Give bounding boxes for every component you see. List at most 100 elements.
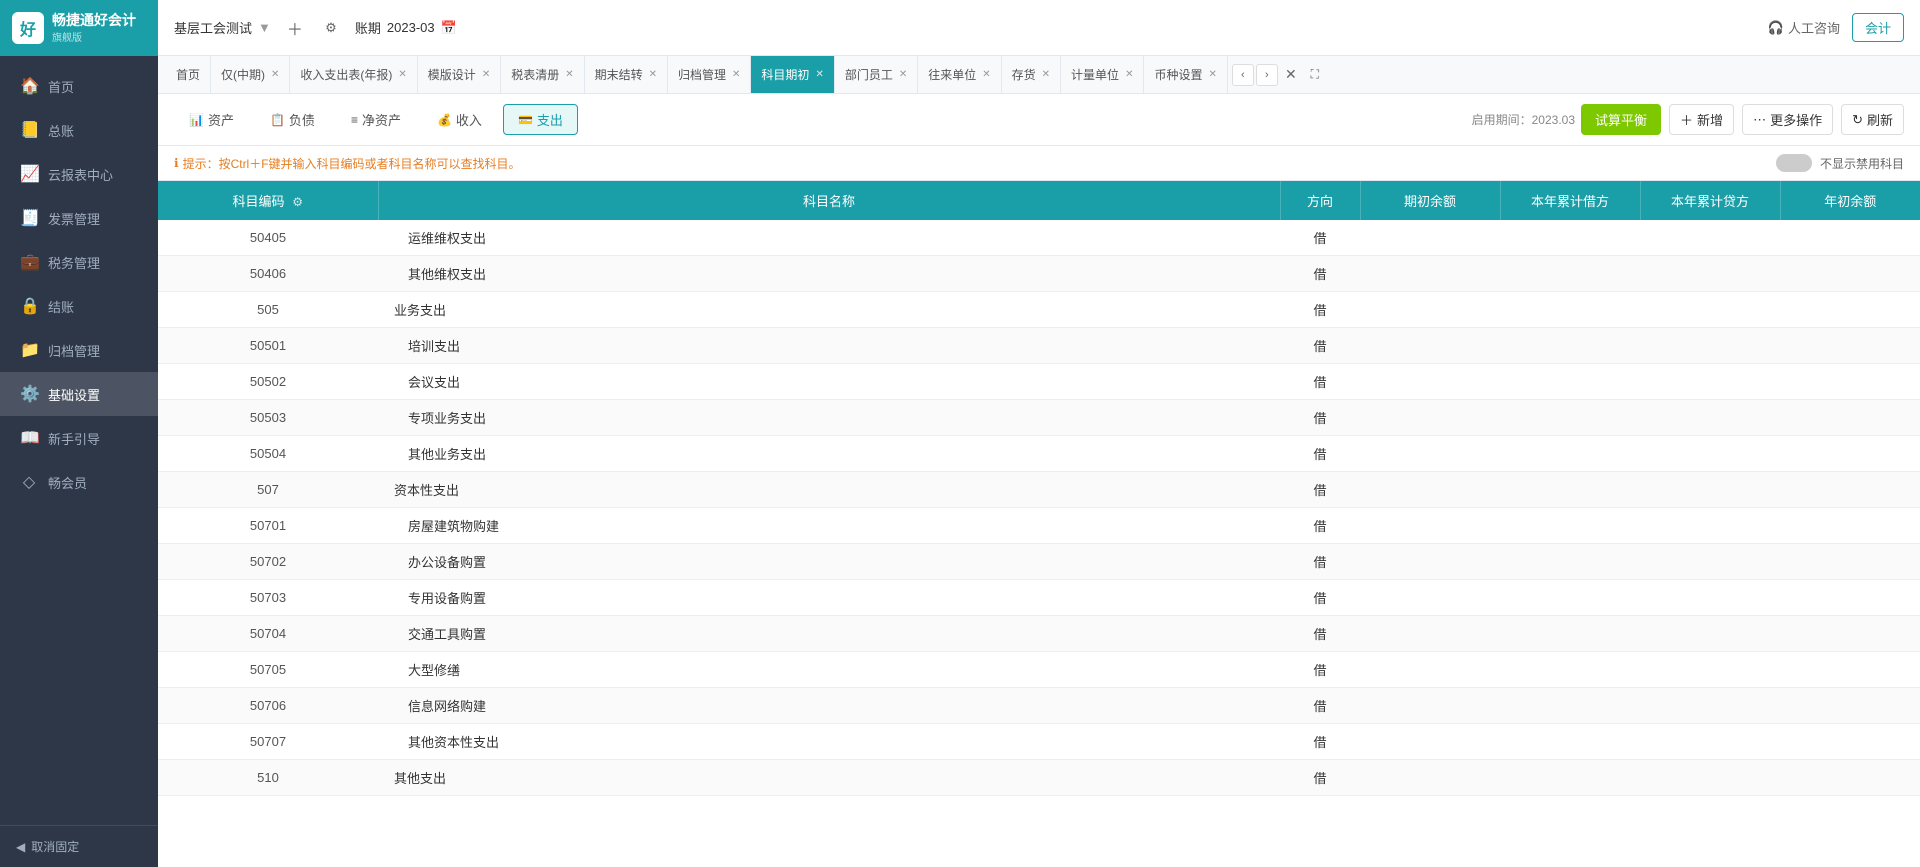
tab-period-end[interactable]: 期末结转✕ (585, 56, 668, 94)
tab-archive[interactable]: 归档管理✕ (668, 56, 751, 94)
table-row[interactable]: 50405 运维维权支出 借 (158, 220, 1920, 256)
cell-year-credit (1640, 292, 1780, 328)
sidebar-item-close[interactable]: 🔒 结账 (0, 284, 158, 328)
tab-close-income-annual[interactable]: ✕ (398, 69, 406, 80)
cell-direction: 借 (1280, 580, 1360, 616)
sidebar-icon-ledger: 📒 (20, 120, 38, 140)
table-row[interactable]: 50503 专项业务支出 借 (158, 400, 1920, 436)
table-row[interactable]: 50704 交通工具购置 借 (158, 616, 1920, 652)
cell-year-balance (1780, 688, 1920, 724)
sub-tab-income[interactable]: 💰 收入 (422, 104, 497, 135)
sub-tab-label-net-asset: 净资产 (362, 110, 401, 129)
tab-close-dept-employee[interactable]: ✕ (899, 69, 907, 80)
table-row[interactable]: 505 业务支出 借 (158, 292, 1920, 328)
cell-code: 50706 (158, 688, 378, 724)
disable-toggle[interactable] (1776, 154, 1812, 172)
sidebar-item-member[interactable]: ◇ 畅会员 (0, 460, 158, 504)
sub-tab-asset[interactable]: 📊 资产 (174, 104, 249, 135)
sidebar-item-home[interactable]: 🏠 首页 (0, 64, 158, 108)
cell-year-credit (1640, 436, 1780, 472)
cell-code: 50702 (158, 544, 378, 580)
table-row[interactable]: 50702 办公设备购置 借 (158, 544, 1920, 580)
tab-currency[interactable]: 币种设置✕ (1144, 56, 1227, 94)
tab-maximize-button[interactable]: ⛶ (1304, 64, 1326, 86)
hint-content: 提示：按Ctrl＋F键并输入科目编码或者科目名称可以查找科目。 (183, 155, 521, 172)
table-row[interactable]: 510 其他支出 借 (158, 760, 1920, 796)
more-icon: ⋯ (1753, 112, 1766, 128)
tab-close-tax-clear[interactable]: ✕ (565, 69, 573, 80)
tab-close-inventory[interactable]: ✕ (1042, 69, 1050, 80)
cell-code: 50705 (158, 652, 378, 688)
sidebar-item-settings[interactable]: ⚙️ 基础设置 (0, 372, 158, 416)
tab-unit[interactable]: 计量单位✕ (1061, 56, 1144, 94)
sidebar-item-tax[interactable]: 💼 税务管理 (0, 240, 158, 284)
cell-year-credit (1640, 328, 1780, 364)
table-row[interactable]: 50706 信息网络购建 借 (158, 688, 1920, 724)
tab-home[interactable]: 首页 (166, 56, 211, 94)
tab-close-template[interactable]: ✕ (482, 69, 490, 80)
tab-close-currency[interactable]: ✕ (1208, 69, 1216, 80)
cell-year-balance (1780, 724, 1920, 760)
cell-year-credit (1640, 220, 1780, 256)
sub-tab-expense[interactable]: 💳 支出 (503, 104, 578, 135)
table-row[interactable]: 50502 会议支出 借 (158, 364, 1920, 400)
tab-next-button[interactable]: › (1256, 64, 1278, 86)
sub-tab-liability[interactable]: 📋 负债 (255, 104, 330, 135)
tab-close-interim[interactable]: ✕ (271, 69, 279, 80)
sub-tab-net-asset[interactable]: ≡ 净资产 (336, 104, 416, 135)
balance-button[interactable]: 试算平衡 (1581, 104, 1661, 135)
tab-dept-employee[interactable]: 部门员工✕ (835, 56, 918, 94)
tab-inventory[interactable]: 存货✕ (1002, 56, 1061, 94)
cell-period-balance (1360, 292, 1500, 328)
add-button[interactable]: ＋ 新增 (1669, 104, 1734, 135)
tab-close-subject-period[interactable]: ✕ (815, 69, 823, 80)
cell-year-balance (1780, 364, 1920, 400)
sidebar-label-report: 云报表中心 (48, 165, 113, 184)
col-settings-icon[interactable]: ⚙ (292, 195, 303, 209)
cell-year-balance (1780, 760, 1920, 796)
sidebar-item-invoice[interactable]: 🧾 发票管理 (0, 196, 158, 240)
table-row[interactable]: 50406 其他维权支出 借 (158, 256, 1920, 292)
company-selector[interactable]: 基层工会测试 ▼ (174, 18, 271, 37)
sidebar-item-archive[interactable]: 📁 归档管理 (0, 328, 158, 372)
customer-service-btn[interactable]: 🎧 人工咨询 (1768, 18, 1840, 37)
tab-close-period-end[interactable]: ✕ (649, 69, 657, 80)
tab-tax-clear[interactable]: 税表清册✕ (501, 56, 584, 94)
sub-tab-bar: 📊 资产 📋 负债 ≡ 净资产 💰 收入 💳 支出 启用期间：2023.03 试… (158, 94, 1920, 146)
table-row[interactable]: 50705 大型修缮 借 (158, 652, 1920, 688)
calendar-icon[interactable]: 📅 (441, 20, 457, 36)
tab-subject-period[interactable]: 科目期初✕ (751, 56, 834, 94)
table-row[interactable]: 507 资本性支出 借 (158, 472, 1920, 508)
account-button[interactable]: 会计 (1852, 13, 1904, 42)
sidebar-item-ledger[interactable]: 📒 总账 (0, 108, 158, 152)
tab-template[interactable]: 模版设计✕ (418, 56, 501, 94)
table-row[interactable]: 50701 房屋建筑物购建 借 (158, 508, 1920, 544)
tab-interim[interactable]: 仅(中期)✕ (211, 56, 290, 94)
more-operations-button[interactable]: ⋯ 更多操作 (1742, 104, 1833, 135)
table-row[interactable]: 50707 其他资本性支出 借 (158, 724, 1920, 760)
cell-code: 505 (158, 292, 378, 328)
refresh-button[interactable]: ↻ 刷新 (1841, 104, 1904, 135)
sidebar-collapse-btn[interactable]: ◀ 取消固定 (16, 838, 142, 855)
sub-tab-label-asset: 资产 (208, 110, 234, 129)
table-row[interactable]: 50703 专用设备购置 借 (158, 580, 1920, 616)
hint-text: ℹ 提示：按Ctrl＋F键并输入科目编码或者科目名称可以查找科目。 (174, 155, 521, 172)
table-row[interactable]: 50504 其他业务支出 借 (158, 436, 1920, 472)
tab-close-unit[interactable]: ✕ (1125, 69, 1133, 80)
cell-period-balance (1360, 544, 1500, 580)
table-row[interactable]: 50501 培训支出 借 (158, 328, 1920, 364)
tab-close-archive[interactable]: ✕ (732, 69, 740, 80)
cell-period-balance (1360, 724, 1500, 760)
tab-prev-button[interactable]: ‹ (1232, 64, 1254, 86)
sub-tab-icon-asset: 📊 (189, 113, 204, 127)
sidebar-item-report[interactable]: 📈 云报表中心 (0, 152, 158, 196)
more-label: 更多操作 (1770, 110, 1822, 129)
logo-icon: 好 (12, 12, 44, 44)
sidebar-item-guide[interactable]: 📖 新手引导 (0, 416, 158, 460)
tab-close-all-button[interactable]: ✕ (1280, 64, 1302, 86)
header-settings-button[interactable]: ⚙ (319, 16, 343, 40)
tab-income-annual[interactable]: 收入支出表(年报)✕ (290, 56, 417, 94)
header-add-button[interactable]: ＋ (283, 16, 307, 40)
tab-close-trading-partner[interactable]: ✕ (982, 69, 990, 80)
tab-trading-partner[interactable]: 往来单位✕ (918, 56, 1001, 94)
